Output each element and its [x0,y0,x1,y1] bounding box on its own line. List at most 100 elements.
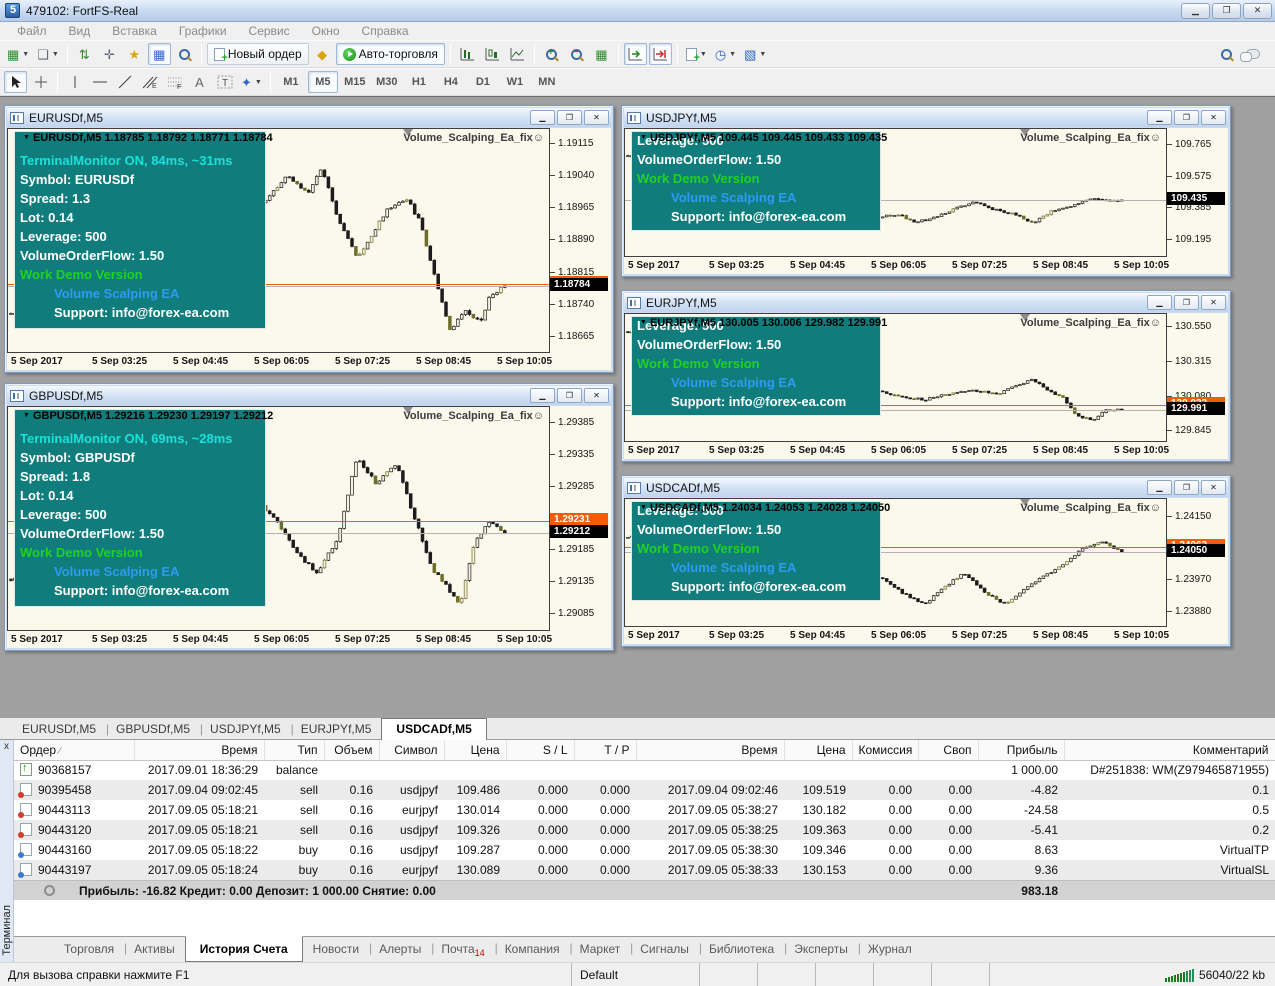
price-scale[interactable]: 130.550130.315130.080129.845130.023129.9… [1167,313,1228,442]
history-header-row[interactable]: Ордер ∕ Время Тип Объем Символ Цена S / LT / P… [14,740,1275,761]
column-header-2[interactable]: Тип [264,740,325,761]
price-scale[interactable]: 1.293851.293351.292851.292351.291851.291… [550,406,611,631]
indicators-button[interactable]: + ▼ [683,43,710,65]
price-scale[interactable]: 1.241501.240601.239701.238801.240631.240… [1167,498,1228,627]
column-header-6[interactable]: S / L [506,740,575,761]
fibonacci-button[interactable]: F [163,71,186,93]
history-row[interactable]: 90443197 2017.09.05 05:18:24 buy 0.16 eurjpy… [14,860,1275,880]
column-header-7[interactable]: T / P [574,740,637,761]
chart-tab-eurusdf[interactable]: EURUSDf,M5 | [12,719,109,739]
terminal-toggle-button[interactable]: ▦ [147,43,171,65]
column-header-5[interactable]: Цена [444,740,507,761]
chat-icon[interactable] [1240,49,1260,62]
menu-item-1[interactable]: Вид [58,23,102,39]
chart-plot[interactable]: Leverage: 500 VolumeOrderFlow: 1.50 Work D… [624,498,1167,627]
dropdown-triangle-icon[interactable]: ▼ [23,134,30,141]
history-row[interactable]: 90443160 2017.09.05 05:18:22 buy 0.16 usdjpy… [14,840,1275,860]
chart-close-button[interactable]: ✕ [584,110,609,125]
menu-item-4[interactable]: Сервис [238,23,301,39]
new-chart-button[interactable]: ▦ ▼ [4,43,32,65]
navigator-button[interactable]: ★ [123,43,146,65]
column-header-3[interactable]: Объем [324,740,380,761]
tab-новости[interactable]: Новости | [303,937,372,962]
tile-windows-button[interactable]: ▦ [590,43,613,65]
chart-close-button[interactable]: ✕ [1201,110,1226,125]
channel-button[interactable]: E [138,71,161,93]
dropdown-triangle-icon[interactable]: ▼ [640,504,647,511]
chart-titlebar[interactable]: EURUSDf,M5 ▁ ❐ ✕ [7,108,611,127]
column-header-8[interactable]: Время [636,740,785,761]
chart-titlebar[interactable]: USDCADf,M5 ▁ ❐ ✕ [624,478,1228,497]
tab-торговля[interactable]: Торговля | [54,937,127,962]
chart-plot[interactable]: TerminalMonitor ON, 84ms, ~31ms Symbol: E… [7,128,550,353]
timeframe-h4[interactable]: H4 [436,71,466,93]
timeframe-d1[interactable]: D1 [468,71,498,93]
chart-plot[interactable]: Leverage: 500 VolumeOrderFlow: 1.50 Work D… [624,128,1167,257]
templates-button[interactable]: ▧ ▼ [741,43,769,65]
horizontal-line-button[interactable] [88,71,111,93]
chart-shift-button[interactable] [648,43,672,65]
zoom-out-button[interactable] [565,43,588,65]
chart-minimize-button[interactable]: ▁ [1147,110,1172,125]
candlestick-chart-button[interactable] [481,43,504,65]
timeframe-m15[interactable]: M15 [340,71,370,93]
text-label-button[interactable]: T [213,71,236,93]
tab-активы[interactable]: Активы| [124,937,188,962]
time-axis[interactable]: 5 Sep 2017 5 Sep 03:25 5 Sep 04:45 5 Sep 06… [624,627,1228,644]
menu-item-5[interactable]: Окно [301,23,351,39]
chart-close-button[interactable]: ✕ [1201,295,1226,310]
vertical-line-button[interactable] [63,71,86,93]
time-axis[interactable]: 5 Sep 2017 5 Sep 03:25 5 Sep 04:45 5 Sep 06… [7,353,611,370]
bar-chart-button[interactable] [456,43,479,65]
column-header-12[interactable]: Прибыль [978,740,1065,761]
strategy-tester-button[interactable] [173,43,196,65]
time-axis[interactable]: 5 Sep 2017 5 Sep 03:25 5 Sep 04:45 5 Sep 06… [7,631,611,648]
chart-close-button[interactable]: ✕ [1201,480,1226,495]
chart-plot[interactable]: TerminalMonitor ON, 69ms, ~28ms Symbol: G… [7,406,550,631]
metaeditor-button[interactable]: ◆ [311,43,334,65]
timeframe-mn[interactable]: MN [532,71,562,93]
chart-minimize-button[interactable]: ▁ [1147,480,1172,495]
tab-компания[interactable]: Компания | [495,937,573,962]
history-row[interactable]: 90443120 2017.09.05 05:18:21 sell 0.16 usdjp… [14,820,1275,840]
new-order-button[interactable]: + Новый ордер [206,43,309,65]
chart-tab-eurjpyf[interactable]: EURJPYf,M5| [291,719,385,739]
chart-minimize-button[interactable]: ▁ [1147,295,1172,310]
autotrading-button[interactable]: Авто-торговля [335,43,445,65]
tab-почта[interactable]: Почта14 | [431,937,497,962]
auto-scroll-button[interactable] [623,43,647,65]
column-header-4[interactable]: Символ [379,740,445,761]
chart-titlebar[interactable]: USDJPYf,M5 ▁ ❐ ✕ [624,108,1228,127]
timeframe-h1[interactable]: H1 [404,71,434,93]
time-axis[interactable]: 5 Sep 2017 5 Sep 03:25 5 Sep 04:45 5 Sep 06… [624,257,1228,274]
dropdown-triangle-icon[interactable]: ▼ [640,319,647,326]
chart-minimize-button[interactable]: ▁ [530,388,555,403]
chart-close-button[interactable]: ✕ [584,388,609,403]
tab-эксперты[interactable]: Эксперты | [784,937,861,962]
history-row[interactable]: 90443113 2017.09.05 05:18:21 sell 0.16 eurjp… [14,800,1275,820]
status-profile[interactable]: Default [572,963,700,986]
periods-button[interactable]: ◷ ▼ [712,43,739,65]
dropdown-triangle-icon[interactable]: ▼ [23,412,30,419]
restore-button[interactable]: ❐ [1212,2,1241,19]
cursor-button[interactable] [4,71,27,93]
tab-сигналы[interactable]: Сигналы | [630,937,702,962]
tab-история-счета[interactable]: История Счета [184,936,303,962]
column-header-11[interactable]: Своп [918,740,979,761]
chart-tab-usdjpyf[interactable]: USDJPYf,M5 | [200,719,294,739]
profiles-button[interactable]: ❏ ▼ [34,43,62,65]
chart-tab-usdcadf[interactable]: USDCADf,M5 [381,718,487,740]
trendline-button[interactable] [113,71,136,93]
column-header-9[interactable]: Цена [784,740,853,761]
price-scale[interactable]: 109.765 109.575 109.385 109.195 109.435 [1167,128,1228,257]
chart-minimize-button[interactable]: ▁ [530,110,555,125]
column-header-0[interactable]: Ордер ∕ [14,740,135,761]
chart-restore-button[interactable]: ❐ [1174,480,1199,495]
terminal-close-icon[interactable]: x [4,741,9,753]
menu-item-0[interactable]: Файл [6,23,58,39]
chart-titlebar[interactable]: EURJPYf,M5 ▁ ❐ ✕ [624,293,1228,312]
zoom-in-button[interactable] [540,43,563,65]
history-row[interactable]: 90395458 2017.09.04 09:02:45 sell 0.16 usdjp… [14,780,1275,800]
timeframe-m5[interactable]: M5 [307,71,338,93]
chart-plot[interactable]: Leverage: 500 VolumeOrderFlow: 1.50 Work D… [624,313,1167,442]
